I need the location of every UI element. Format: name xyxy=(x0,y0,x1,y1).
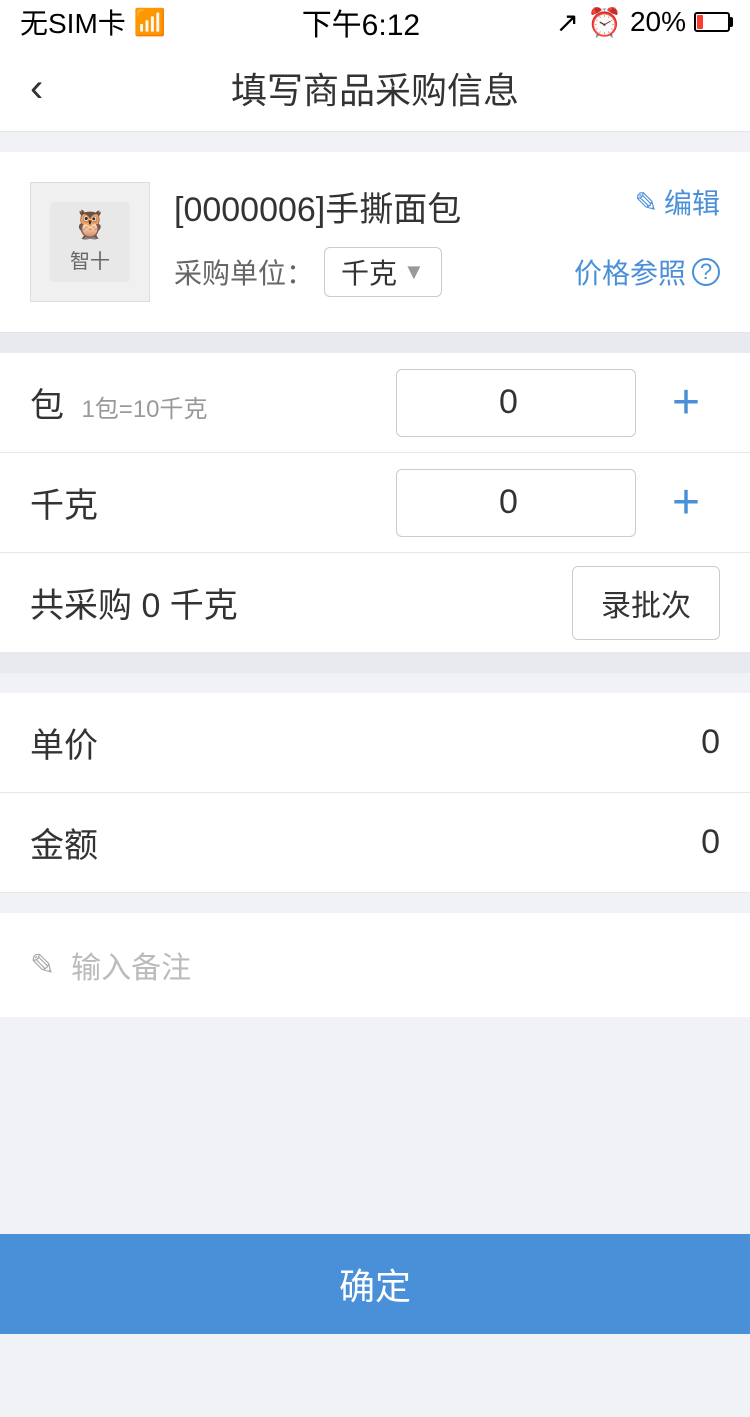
batch-button[interactable]: 录批次 xyxy=(572,566,720,640)
pencil-icon: ✎ xyxy=(30,948,55,983)
edit-button[interactable]: ✎ 编辑 xyxy=(635,182,720,222)
status-bar: 无SIM卡 📶 下午6:12 ↗ ⏰ 20% xyxy=(0,0,750,44)
remark-placeholder: 输入备注 xyxy=(71,943,191,987)
back-button[interactable]: ‹ xyxy=(30,68,43,108)
price-ref-button[interactable]: 价格参照 ? xyxy=(574,252,720,292)
edit-label: 编辑 xyxy=(664,182,720,222)
section-separator-1 xyxy=(0,333,750,353)
status-right: ↗ ⏰ 20% xyxy=(556,6,730,39)
price-section: 单价 0 金额 0 xyxy=(0,693,750,893)
unit-select[interactable]: 千克 ▼ xyxy=(324,247,442,297)
kg-input[interactable] xyxy=(396,469,636,537)
remark-section[interactable]: ✎ 输入备注 xyxy=(0,913,750,1017)
location-icon: ↗ xyxy=(556,6,579,39)
status-left: 无SIM卡 📶 xyxy=(20,2,166,42)
wifi-icon: 📶 xyxy=(134,7,166,38)
battery-icon xyxy=(694,12,730,32)
dropdown-icon: ▼ xyxy=(403,259,425,285)
bag-plus-button[interactable]: + xyxy=(652,369,720,437)
alarm-icon: ⏰ xyxy=(587,6,622,39)
product-image: 🦉智十 xyxy=(30,182,150,302)
bag-input-row: 包 1包=10千克 + xyxy=(0,353,750,453)
bottom-space xyxy=(0,1017,750,1417)
product-name: [0000006]手撕面包 xyxy=(174,182,461,231)
page-title: 填写商品采购信息 xyxy=(231,62,519,114)
bag-sublabel: 1包=10千克 xyxy=(81,396,207,423)
unit-price-label: 单价 xyxy=(30,718,150,767)
bag-label: 包 1包=10千克 xyxy=(30,378,208,427)
product-info: [0000006]手撕面包 ✎ 编辑 采购单位： 千克 ▼ 价格参照 ? xyxy=(174,182,720,297)
amount-value: 0 xyxy=(150,823,720,862)
amount-label: 金额 xyxy=(30,818,150,867)
section-separator-2 xyxy=(0,653,750,673)
help-icon: ? xyxy=(692,258,720,286)
amount-row: 金额 0 xyxy=(0,793,750,893)
sim-text: 无SIM卡 xyxy=(20,2,126,42)
kg-input-row: 千克 + xyxy=(0,453,750,553)
unit-price-value: 0 xyxy=(150,723,720,762)
time-text: 下午6:12 xyxy=(302,0,420,44)
battery-text: 20% xyxy=(630,6,686,38)
quantity-section: 包 1包=10千克 + 千克 + 共采购 0 千克 录批次 xyxy=(0,353,750,653)
total-label: 共采购 0 千克 xyxy=(30,578,572,627)
bag-input[interactable] xyxy=(396,369,636,437)
unit-label: 采购单位： 千克 ▼ xyxy=(174,247,442,297)
kg-label: 千克 xyxy=(30,478,170,527)
product-logo: 🦉智十 xyxy=(70,208,110,275)
nav-bar: ‹ 填写商品采购信息 xyxy=(0,44,750,132)
product-card: 🦉智十 [0000006]手撕面包 ✎ 编辑 采购单位： 千克 ▼ 价格参照 ? xyxy=(0,152,750,333)
confirm-button[interactable]: 确定 xyxy=(0,1234,750,1334)
unit-price-row: 单价 0 xyxy=(0,693,750,793)
edit-icon: ✎ xyxy=(635,186,658,219)
kg-plus-button[interactable]: + xyxy=(652,469,720,537)
total-row: 共采购 0 千克 录批次 xyxy=(0,553,750,653)
